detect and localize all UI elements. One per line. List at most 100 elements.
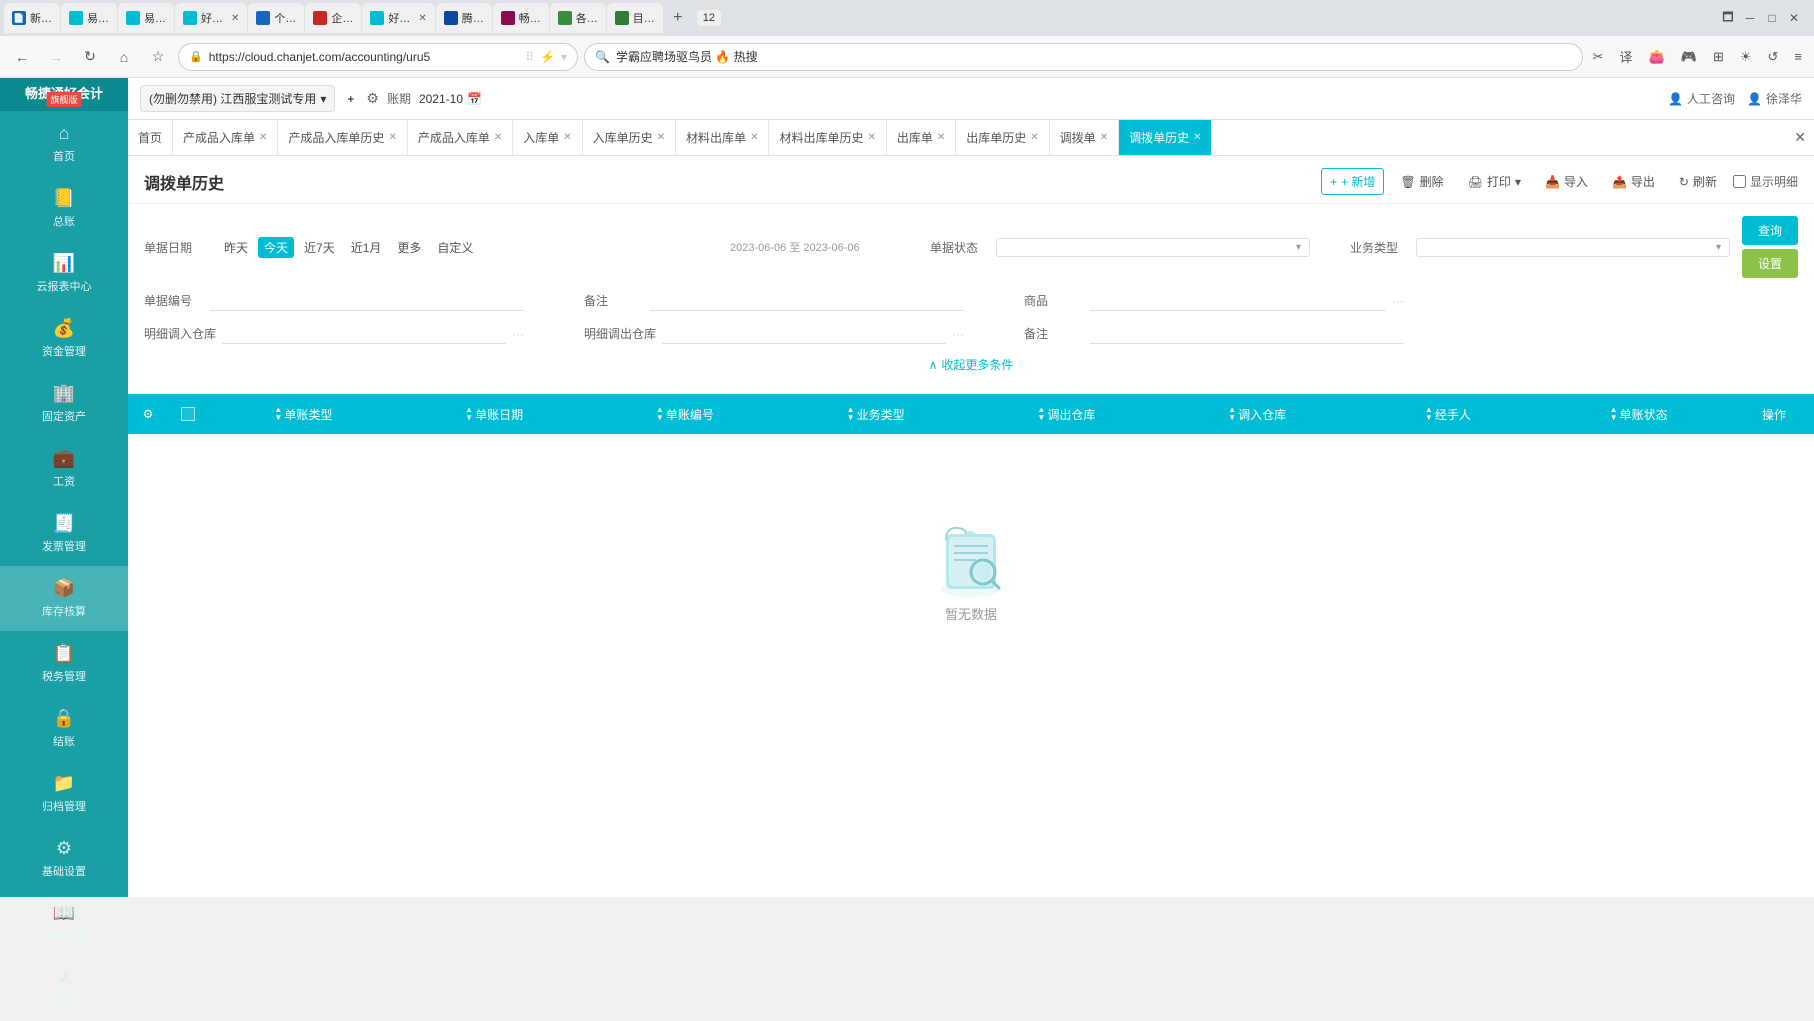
sidebar-item-tax[interactable]: 📋 税务管理 [0,631,128,696]
display-toggle[interactable]: 显示明细 [1733,173,1798,190]
user-info[interactable]: 👤 徐泽华 [1747,90,1802,107]
settings-filter-button[interactable]: 设置 [1742,249,1798,278]
brightness-icon[interactable]: ☀ [1736,47,1756,67]
window-restore[interactable]: 🗖 [1720,10,1736,26]
sidebar-item-member[interactable]: ✓ 畅会员 [0,956,128,1021]
th-out-warehouse[interactable]: ▲▼ 调出仓库 [971,406,1162,423]
game-icon[interactable]: 🎮 [1677,47,1701,67]
window-maximize[interactable]: □ [1764,10,1780,26]
date-btn-1month[interactable]: 近1月 [345,237,388,258]
page-tab-3[interactable]: 产成品入库单 ✕ [408,120,513,156]
sidebar-item-home[interactable]: ⌂ 首页 [0,111,128,176]
date-btn-yesterday[interactable]: 昨天 [218,237,254,258]
back-button[interactable]: ← [8,43,36,71]
page-tab-1[interactable]: 产成品入库单 ✕ [173,120,278,156]
print-button[interactable]: 🖨 打印 ▾ [1460,169,1529,194]
th-handler[interactable]: ▲▼ 经手人 [1353,406,1544,423]
forward-button[interactable]: → [42,43,70,71]
browser-tab-1[interactable]: 📄 新… [4,3,60,33]
th-doc-status[interactable]: ▲▼ 单账状态 [1543,406,1734,423]
browser-tab-8[interactable]: 腾… [436,3,492,33]
close-tab-5[interactable]: ✕ [657,132,665,143]
close-tab-4[interactable]: ✕ [563,132,571,143]
search-bar[interactable]: 🔍 学霸应聘场驱鸟员 🔥 热搜 [584,43,1583,71]
remark-input[interactable] [650,290,964,311]
close-tab-6[interactable]: ✕ [750,132,758,143]
star-button[interactable]: ☆ [144,43,172,71]
th-checkbox[interactable] [168,407,208,421]
help-button[interactable]: 👤 人工咨询 [1668,90,1735,107]
grid-icon[interactable]: ⊞ [1709,47,1728,67]
close-tab-7[interactable]: ✕ [418,13,426,24]
close-tab-11[interactable]: ✕ [1193,132,1201,143]
sidebar-item-reports[interactable]: 📊 云报表中心 [0,241,128,306]
th-doc-date[interactable]: ▲▼ 单账日期 [399,406,590,423]
undo-icon[interactable]: ↺ [1764,47,1783,67]
display-checkbox[interactable] [1733,175,1746,188]
collapse-button[interactable]: ∧ 收起更多条件 [917,352,1026,377]
status-select[interactable]: ▾ [996,238,1310,257]
refresh-button[interactable]: ↻ [76,43,104,71]
page-tab-8[interactable]: 出库单 ✕ [887,120,956,156]
sidebar-item-funds[interactable]: 💰 资金管理 [0,306,128,371]
th-in-warehouse[interactable]: ▲▼ 调入仓库 [1162,406,1353,423]
window-close[interactable]: ✕ [1786,10,1802,26]
tab-bar-close[interactable]: ✕ [1786,129,1814,146]
refresh-button[interactable]: ↻ 刷新 [1671,169,1725,194]
close-tab-2[interactable]: ✕ [388,132,396,143]
export-button[interactable]: 📤 导出 [1604,169,1663,194]
delete-button[interactable]: 🗑 删除 [1392,169,1451,194]
page-tab-10[interactable]: 调拨单 ✕ [1050,120,1119,156]
close-tab-7[interactable]: ✕ [867,132,875,143]
scissors-icon[interactable]: ✂ [1589,47,1608,67]
sidebar-item-guide[interactable]: 📖 新手引导 [0,891,128,956]
query-button[interactable]: 查询 [1742,216,1798,245]
sidebar-item-archive[interactable]: 📁 归档管理 [0,761,128,826]
sidebar-item-invoice[interactable]: 🧾 发票管理 [0,501,128,566]
th-settings[interactable]: ⚙ [128,407,168,421]
biz-type-select[interactable]: ▾ [1416,238,1730,257]
detail-in-dots[interactable]: ··· [512,327,524,341]
browser-tab-4[interactable]: 好… ✕ [175,3,247,33]
goods-input[interactable] [1090,290,1386,311]
date-btn-today[interactable]: 今天 [258,237,294,258]
th-doc-num[interactable]: ▲▼ 单账编号 [590,406,781,423]
sidebar-item-payroll[interactable]: 💼 工资 [0,436,128,501]
page-tab-4[interactable]: 入库单 ✕ [513,120,582,156]
close-tab-9[interactable]: ✕ [1030,132,1038,143]
browser-tab-10[interactable]: 各… [550,3,606,33]
period-value[interactable]: 2021-10 📅 [419,92,482,106]
page-tab-7[interactable]: 材料出库单历史 ✕ [769,120,886,156]
close-tab-1[interactable]: ✕ [259,132,267,143]
browser-tab-9[interactable]: 畅… [493,3,549,33]
detail-remark-input[interactable] [1090,323,1404,344]
header-checkbox[interactable] [181,407,195,421]
close-tab-4[interactable]: ✕ [231,13,239,24]
detail-in-input[interactable] [222,323,506,344]
close-tab-10[interactable]: ✕ [1100,132,1108,143]
browser-tab-7[interactable]: 好… ✕ [362,3,434,33]
date-btn-7days[interactable]: 近7天 [298,237,341,258]
company-selector[interactable]: (勿删勿禁用) 江西服宝测试专用 ▾ [140,85,335,112]
address-bar[interactable]: 🔒 https://cloud.chanjet.com/accounting/u… [178,43,578,71]
page-tab-5[interactable]: 入库单历史 ✕ [583,120,676,156]
date-btn-custom[interactable]: 自定义 [431,237,479,258]
th-doc-type[interactable]: ▲▼ 单账类型 [208,406,399,423]
goods-dots[interactable]: ··· [1392,294,1404,308]
menu-icon[interactable]: ≡ [1790,47,1806,66]
page-tab-2[interactable]: 产成品入库单历史 ✕ [278,120,407,156]
sidebar-item-settings[interactable]: ⚙ 基础设置 [0,826,128,891]
detail-out-dots[interactable]: ··· [952,327,964,341]
page-tab-6[interactable]: 材料出库单 ✕ [676,120,769,156]
translate-icon[interactable]: 译 [1616,45,1637,68]
window-minimize[interactable]: ─ [1742,10,1758,26]
home-button[interactable]: ⌂ [110,43,138,71]
close-tab-8[interactable]: ✕ [937,132,945,143]
import-button[interactable]: 📥 导入 [1537,169,1596,194]
add-company-btn[interactable]: + [347,92,354,106]
new-button[interactable]: + + 新增 [1321,168,1384,195]
browser-tab-3[interactable]: 易… [118,3,174,33]
sidebar-item-assets[interactable]: 🏢 固定资产 [0,371,128,436]
sidebar-item-inventory[interactable]: 📦 库存核算 [0,566,128,631]
browser-tab-6[interactable]: 企… [305,3,361,33]
